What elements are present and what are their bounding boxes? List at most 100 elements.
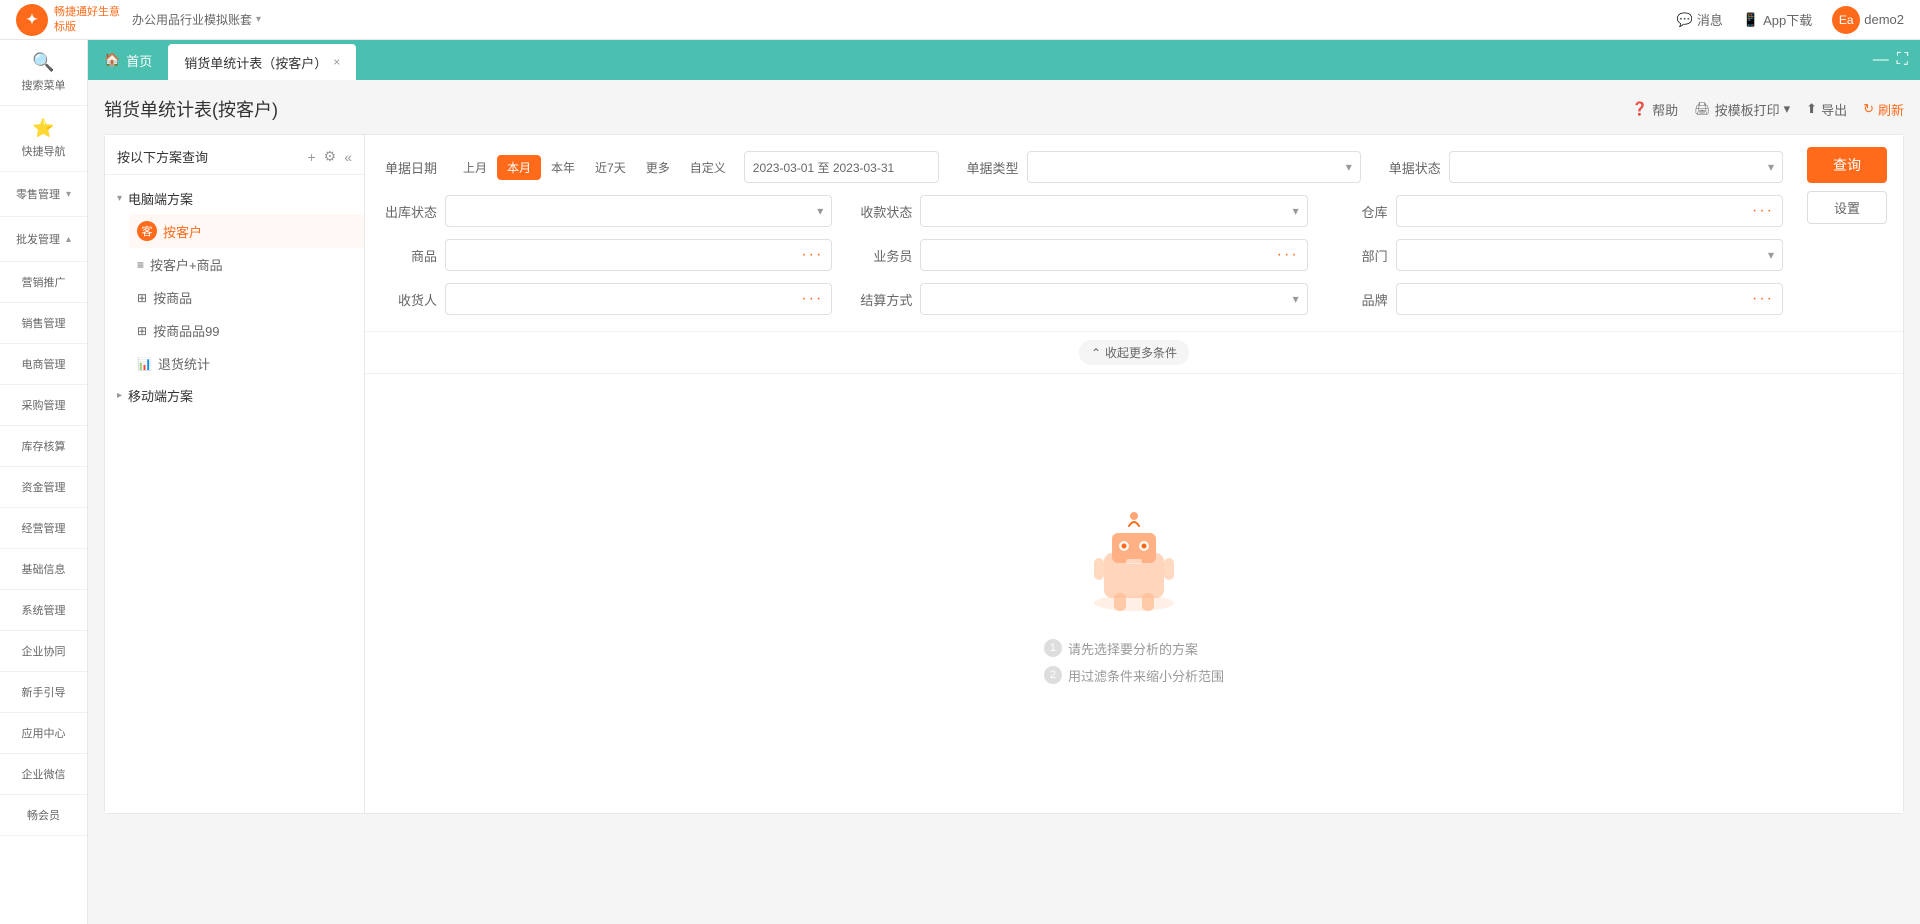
- tree-item-by-product-99[interactable]: ⊞ 按商品品99: [129, 314, 364, 347]
- date-btn-7days[interactable]: 近7天: [585, 155, 636, 180]
- print-button[interactable]: 🖨 按模板打印 ▾: [1694, 100, 1790, 119]
- receipt-status-input[interactable]: ▾: [920, 195, 1307, 227]
- date-btn-more[interactable]: 更多: [636, 155, 680, 180]
- chevron-down-icon: ▾: [1768, 160, 1774, 174]
- sidebar-item-finance[interactable]: 资金管理: [0, 467, 87, 508]
- sidebar-item-cooperation[interactable]: 企业协同: [0, 631, 87, 672]
- collapse-button[interactable]: ⌃ 收起更多条件: [1079, 340, 1189, 365]
- brand-label: 品牌: [1332, 290, 1388, 309]
- date-btn-this-year[interactable]: 本年: [541, 155, 585, 180]
- user-menu[interactable]: Ea demo2: [1832, 6, 1904, 34]
- date-btn-last-month[interactable]: 上月: [453, 155, 497, 180]
- sidebar-item-system[interactable]: 系统管理: [0, 590, 87, 631]
- minimize-button[interactable]: —: [1873, 51, 1889, 69]
- message-button[interactable]: 💬 消息: [1677, 10, 1723, 29]
- doc-status-label: 单据状态: [1385, 158, 1441, 177]
- sidebar-item-member[interactable]: 畅会员: [0, 795, 87, 836]
- page-content: 销货单统计表(按客户) ❓ 帮助 🖨 按模板打印 ▾ ⬆ 导出: [88, 80, 1920, 924]
- chevron-up-icon: ▴: [66, 234, 71, 245]
- tree-section: ▾ 电脑端方案 客 按客户 ≡ 按客户+商: [105, 175, 364, 419]
- receipt-status-label: 收款状态: [856, 202, 912, 221]
- settlement-input[interactable]: ▾: [920, 283, 1307, 315]
- chevron-down-icon: ▾: [256, 14, 261, 25]
- date-quick-buttons: 上月 本月 本年 近7天 更多 自定义: [453, 155, 736, 180]
- settings-button[interactable]: 设置: [1807, 191, 1887, 224]
- tab-bar: 🏠 首页 销货单统计表（按客户） × — ⛶: [88, 40, 1920, 80]
- sidebar-item-search[interactable]: 🔍 搜索菜单: [0, 40, 87, 106]
- date-btn-this-month[interactable]: 本月: [497, 155, 541, 180]
- filter-out-status: 出库状态 ▾: [381, 195, 832, 227]
- phone-icon: 📱: [1743, 12, 1759, 28]
- filter-doc-type: 单据类型 ▾: [963, 151, 1361, 183]
- collapse-panel-button[interactable]: «: [344, 149, 352, 165]
- tree-parent-mobile[interactable]: ▸ 移动端方案: [105, 380, 364, 411]
- tree-item-return-stats[interactable]: 📊 退货统计: [129, 347, 364, 380]
- tab-sales-stats[interactable]: 销货单统计表（按客户） ×: [168, 44, 356, 80]
- date-btn-custom[interactable]: 自定义: [680, 155, 736, 180]
- sidebar-item-retail[interactable]: 零售管理 ▾: [0, 172, 87, 217]
- filter-receipt-status: 收款状态 ▾: [856, 195, 1307, 227]
- doc-type-label: 单据类型: [963, 158, 1019, 177]
- doc-status-input[interactable]: ▾: [1449, 151, 1783, 183]
- print-icon: 🖨: [1694, 101, 1711, 117]
- header-right: 💬 消息 📱 App下载 Ea demo2: [1677, 6, 1904, 34]
- filter-product: 商品 ···: [381, 239, 832, 271]
- empty-illustration: [1074, 503, 1194, 623]
- sidebar-item-newuser[interactable]: 新手引导: [0, 672, 87, 713]
- date-range-input[interactable]: 2023-03-01 至 2023-03-31: [744, 151, 939, 183]
- sidebar-item-operations[interactable]: 经营管理: [0, 508, 87, 549]
- sidebar-item-ecommerce[interactable]: 电商管理: [0, 344, 87, 385]
- brand-input[interactable]: ···: [1396, 283, 1783, 315]
- sidebar-item-wholesale[interactable]: 批发管理 ▴: [0, 217, 87, 262]
- content-area: 🏠 首页 销货单统计表（按客户） × — ⛶ 销货单统计表(按客户) ❓ 帮助: [88, 40, 1920, 924]
- tree-item-customer-product[interactable]: ≡ 按客户+商品: [129, 248, 364, 281]
- refresh-icon: ↻: [1863, 101, 1874, 117]
- chevron-down-icon: ▾: [1768, 248, 1774, 262]
- doc-type-input[interactable]: ▾: [1027, 151, 1361, 183]
- chevron-down-icon: ▾: [1784, 101, 1791, 117]
- out-status-input[interactable]: ▾: [445, 195, 832, 227]
- receiver-input[interactable]: ···: [445, 283, 832, 315]
- sidebar-item-quicknav[interactable]: ⭐ 快捷导航: [0, 106, 87, 172]
- add-scheme-button[interactable]: +: [307, 149, 315, 165]
- warehouse-input[interactable]: ···: [1396, 195, 1783, 227]
- sidebar-item-sales[interactable]: 销售管理: [0, 303, 87, 344]
- department-input[interactable]: ▾: [1396, 239, 1783, 271]
- left-panel-icons: + ⚙ «: [307, 148, 352, 165]
- sidebar-item-wechat[interactable]: 企业微信: [0, 754, 87, 795]
- filter-doc-status: 单据状态 ▾: [1385, 151, 1783, 183]
- tab-home[interactable]: 🏠 首页: [88, 40, 168, 80]
- active-bullet: 客: [137, 221, 157, 241]
- refresh-button[interactable]: ↻ 刷新: [1863, 100, 1904, 119]
- maximize-button[interactable]: ⛶: [1897, 51, 1908, 69]
- filter-row-3: 商品 ··· 业务员: [381, 239, 1783, 271]
- filter-salesperson: 业务员 ···: [856, 239, 1307, 271]
- sidebar-item-base[interactable]: 基础信息: [0, 549, 87, 590]
- chevron-right-icon: ▸: [117, 390, 122, 401]
- system-name[interactable]: 办公用品行业模拟账套 ▾: [132, 11, 261, 28]
- chevron-down-icon: ▾: [1293, 204, 1299, 218]
- product-input[interactable]: ···: [445, 239, 832, 271]
- sidebar-item-inventory[interactable]: 库存核算: [0, 426, 87, 467]
- query-button[interactable]: 查询: [1807, 147, 1887, 183]
- receiver-label: 收货人: [381, 290, 437, 309]
- export-button[interactable]: ⬆ 导出: [1806, 100, 1847, 119]
- tree-item-by-customer[interactable]: 客 按客户: [129, 214, 364, 248]
- tree-item-by-product[interactable]: ⊞ 按商品: [129, 281, 364, 314]
- page-actions: ❓ 帮助 🖨 按模板打印 ▾ ⬆ 导出 ↻ 刷新: [1632, 100, 1904, 119]
- sidebar-item-purchase[interactable]: 采购管理: [0, 385, 87, 426]
- tree-parent-desktop[interactable]: ▾ 电脑端方案: [105, 183, 364, 214]
- bar-chart-icon: ≡: [137, 258, 144, 272]
- help-button[interactable]: ❓ 帮助: [1632, 100, 1678, 119]
- app-download-button[interactable]: 📱 App下载: [1743, 10, 1812, 29]
- close-icon[interactable]: ×: [333, 55, 340, 69]
- filter-area: 单据日期 上月 本月 本年 近7天 更多 自定义: [365, 135, 1903, 332]
- empty-tip-2: 2 用过滤条件来缩小分析范围: [1044, 666, 1224, 685]
- filter-department: 部门 ▾: [1332, 239, 1783, 271]
- sidebar-item-marketing[interactable]: 营销推广: [0, 262, 87, 303]
- salesperson-input[interactable]: ···: [920, 239, 1307, 271]
- avatar: Ea: [1832, 6, 1860, 34]
- sidebar-item-apps[interactable]: 应用中心: [0, 713, 87, 754]
- chart-icon: 📊: [137, 357, 152, 371]
- settings-scheme-button[interactable]: ⚙: [324, 148, 337, 165]
